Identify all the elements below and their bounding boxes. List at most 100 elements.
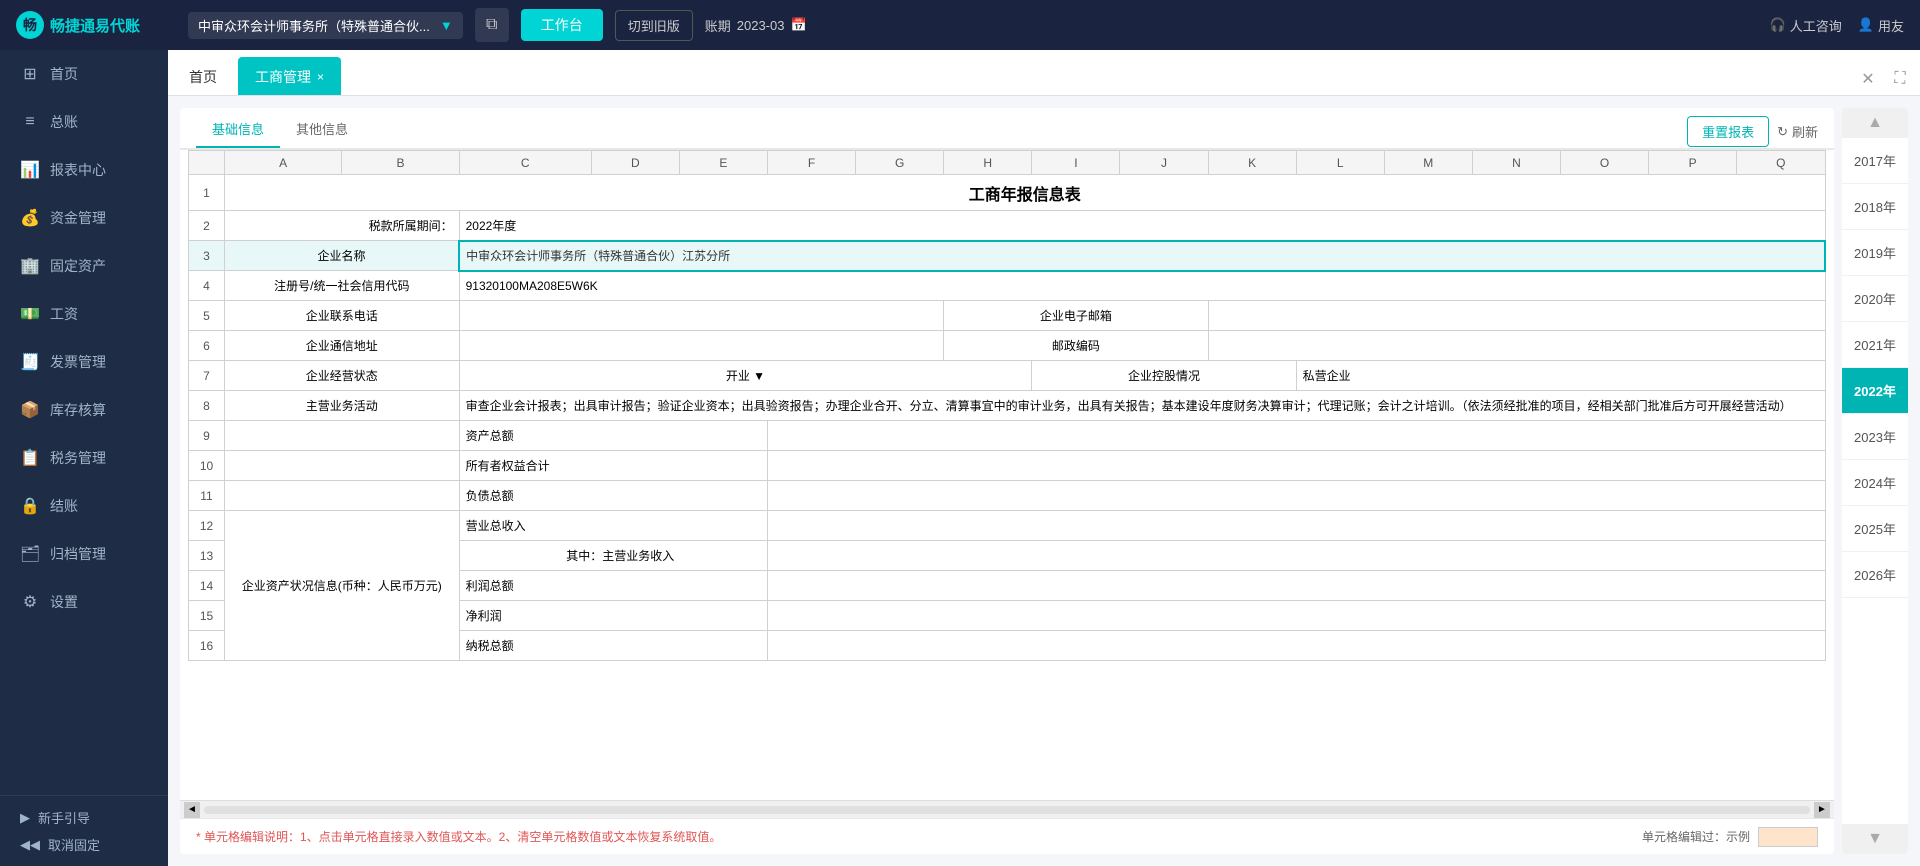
workbench-button[interactable]: 工作台 (521, 9, 603, 41)
total-tax-cell[interactable] (767, 631, 1825, 661)
col-header-i: I (1032, 151, 1120, 175)
tab-close-icon[interactable]: × (317, 70, 324, 84)
sidebar-item-tax[interactable]: 📋 税务管理 (0, 434, 168, 482)
close-accounts-icon: 🔒 (20, 496, 40, 516)
period-value: 2023-03 (737, 18, 785, 33)
sidebar-item-label-unfix: 取消固定 (48, 835, 100, 854)
main-business-cell[interactable]: 审查企业会计报表；出具审计报告；验证企业资本；出具验资报告；办理企业合开、分立、… (459, 391, 1825, 421)
year-item-2019[interactable]: 2019年 (1842, 230, 1908, 276)
table-row: 12 企业资产状况信息(币种：人民币万元) 营业总收入 (189, 511, 1826, 541)
col-header-e: E (679, 151, 767, 175)
email-cell[interactable] (1208, 301, 1825, 331)
company-name-cell[interactable]: 中审众环会计师事务所（特殊普通合伙）江苏分所 (459, 241, 1825, 271)
year-item-2020[interactable]: 2020年 (1842, 276, 1908, 322)
assets-cell[interactable] (767, 421, 1825, 451)
user-menu[interactable]: 👤 用友 (1858, 16, 1904, 35)
year-item-2022[interactable]: 2022年 (1842, 368, 1908, 414)
row-num-16: 16 (189, 631, 225, 661)
sidebar-item-ledger[interactable]: ≡ 总账 (0, 98, 168, 146)
sidebar-item-salary[interactable]: 💵 工资 (0, 290, 168, 338)
sidebar-item-inventory[interactable]: 📦 库存核算 (0, 386, 168, 434)
scroll-right-button[interactable]: ► (1814, 802, 1830, 818)
window-maximize-button[interactable]: ⛶ (1888, 67, 1912, 91)
account-period: 账期 2023-03 📅 (705, 16, 807, 35)
bottom-bar-right: 单元格编辑过：示例 (1642, 827, 1818, 847)
col-header-h: H (944, 151, 1032, 175)
year-panel: ▲ 2017年 2018年 2019年 2020年 2021年 (1842, 108, 1908, 854)
tab-home[interactable]: 首页 (172, 57, 234, 95)
holding-cell[interactable]: 私营企业 (1296, 361, 1825, 391)
sidebar-item-home[interactable]: ⊞ 首页 (0, 50, 168, 98)
content-area: 首页 工商管理 × ✕ ⛶ (168, 50, 1920, 866)
refresh-button[interactable]: ↻ 刷新 (1777, 122, 1818, 141)
report-icon: 📊 (20, 160, 40, 180)
main-panel: 基础信息 其他信息 重置报表 ↻ 刷新 (180, 108, 1834, 854)
company-selector[interactable]: 中审众环会计师事务所（特殊普通合伙... ▼ (188, 12, 463, 39)
postcode-cell[interactable] (1208, 331, 1825, 361)
tab-home-label: 首页 (189, 67, 217, 87)
year-item-2018[interactable]: 2018年 (1842, 184, 1908, 230)
copy-button[interactable]: ⧉ (475, 8, 509, 42)
consult-button[interactable]: 🎧 人工咨询 (1770, 16, 1842, 35)
refresh-label: 刷新 (1792, 122, 1818, 141)
assets-label: 资产总额 (459, 421, 767, 451)
sidebar-item-fixed[interactable]: 🏢 固定资产 (0, 242, 168, 290)
sidebar-item-capital[interactable]: 💰 资金管理 (0, 194, 168, 242)
reg-code-cell[interactable]: 91320100MA208E5W6K (459, 271, 1825, 301)
period-value-cell[interactable]: 2022年度 (459, 211, 1825, 241)
tab-other-info[interactable]: 其他信息 (280, 111, 364, 148)
archive-icon: 🗂 (20, 544, 40, 564)
old-version-button[interactable]: 切到旧版 (615, 10, 693, 41)
sidebar-item-close[interactable]: 🔒 结账 (0, 482, 168, 530)
row-num-11: 11 (189, 481, 225, 511)
year-item-2024[interactable]: 2024年 (1842, 460, 1908, 506)
year-scroll-down-button[interactable]: ▼ (1842, 824, 1908, 854)
tabbar: 首页 工商管理 × ✕ ⛶ (168, 50, 1920, 96)
total-revenue-cell[interactable] (767, 511, 1825, 541)
main-revenue-cell[interactable] (767, 541, 1825, 571)
sidebar-item-settings[interactable]: ⚙ 设置 (0, 578, 168, 626)
window-close-button[interactable]: ✕ (1856, 67, 1880, 91)
calendar-icon[interactable]: 📅 (790, 17, 806, 33)
table-row: 4 注册号/统一社会信用代码 91320100MA208E5W6K (189, 271, 1826, 301)
year-item-2017[interactable]: 2017年 (1842, 138, 1908, 184)
row-num-1: 1 (189, 175, 225, 211)
assets-section-label-9 (225, 421, 460, 451)
reset-button[interactable]: 重置报表 (1687, 116, 1769, 147)
year-item-2021[interactable]: 2021年 (1842, 322, 1908, 368)
year-scroll-up-button[interactable]: ▲ (1842, 108, 1908, 138)
sidebar-item-invoice[interactable]: 🧾 发票管理 (0, 338, 168, 386)
address-label: 企业通信地址 (225, 331, 460, 361)
liability-cell[interactable] (767, 481, 1825, 511)
spreadsheet: A B C D E F G H I J K L (188, 150, 1826, 661)
scroll-left-button[interactable]: ◄ (184, 802, 200, 818)
chevron-up-icon: ▲ (1867, 114, 1883, 132)
col-header-k: K (1208, 151, 1296, 175)
status-cell[interactable]: 开业 ▼ (459, 361, 1032, 391)
sidebar-item-guide[interactable]: ▶ 新手引导 (20, 808, 148, 827)
table-row: 11 负债总额 (189, 481, 1826, 511)
sidebar-item-label-inventory: 库存核算 (50, 400, 106, 420)
year-item-2026[interactable]: 2026年 (1842, 552, 1908, 598)
year-item-2023[interactable]: 2023年 (1842, 414, 1908, 460)
table-row: 6 企业通信地址 邮政编码 (189, 331, 1826, 361)
year-item-2025[interactable]: 2025年 (1842, 506, 1908, 552)
net-profit-cell[interactable] (767, 601, 1825, 631)
phone-cell[interactable] (459, 301, 944, 331)
user-icon: 👤 (1858, 17, 1874, 33)
sidebar-item-archive[interactable]: 🗂 归档管理 (0, 530, 168, 578)
panel-toolbar: 重置报表 ↻ 刷新 (1687, 116, 1818, 147)
assets-section-label-11 (225, 481, 460, 511)
profit-cell[interactable] (767, 571, 1825, 601)
tab-commerce[interactable]: 工商管理 × (238, 57, 341, 95)
sidebar-item-report[interactable]: 📊 报表中心 (0, 146, 168, 194)
tab-basic-info[interactable]: 基础信息 (196, 111, 280, 148)
address-cell[interactable] (459, 331, 944, 361)
page-body: 基础信息 其他信息 重置报表 ↻ 刷新 (168, 96, 1920, 866)
table-row: 1 工商年报信息表 (189, 175, 1826, 211)
sidebar-item-unfix[interactable]: ◀◀ 取消固定 (20, 835, 148, 854)
table-wrapper[interactable]: A B C D E F G H I J K L (180, 150, 1834, 800)
company-name-label: 企业名称 (225, 241, 460, 271)
equity-cell[interactable] (767, 451, 1825, 481)
net-profit-label: 净利润 (459, 601, 767, 631)
